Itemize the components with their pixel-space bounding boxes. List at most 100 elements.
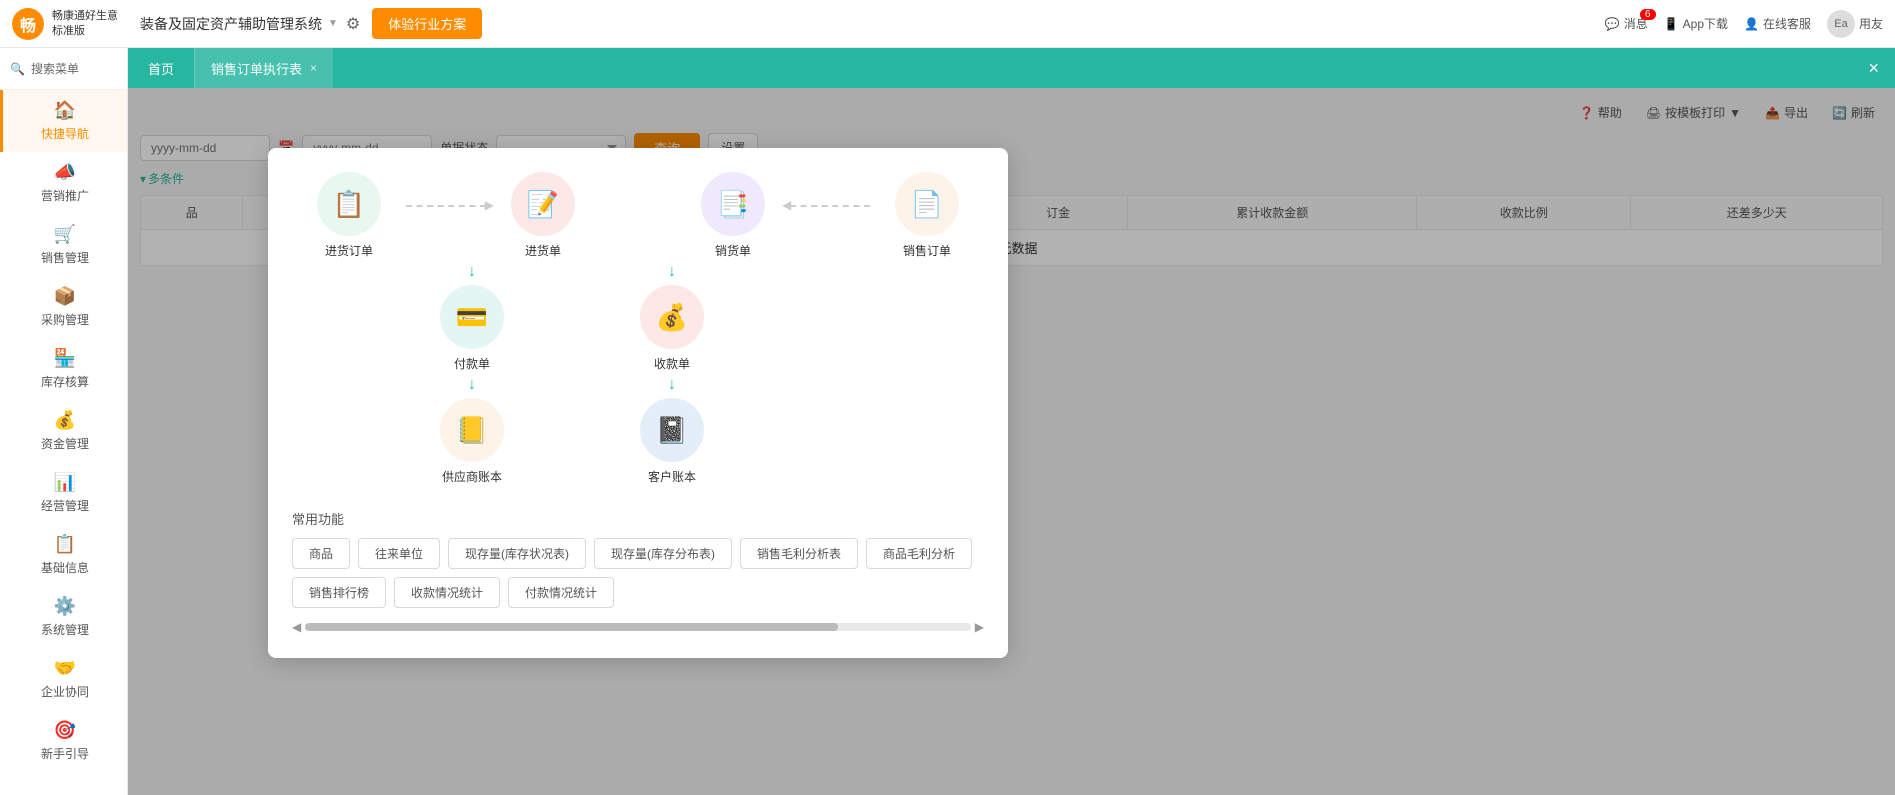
func-button-2[interactable]: 现存量(库存状况表) [448,538,586,569]
sidebar-item-system[interactable]: ⚙️ 系统管理 [0,586,127,648]
avatar: Ea [1827,10,1855,38]
receipt-bill-label: 收款单 [654,355,690,372]
sidebar-icon-operations: 📊 [54,472,76,493]
sales-order-label: 销售订单 [903,242,951,259]
supplier-ledger-circle: 📒 [440,398,504,462]
top-bar: 畅 畅康通好生意 标准版 装备及固定资产辅助管理系统 ▼ ⚙ 体验行业方案 💬 … [0,0,1895,48]
top-bar-right: 💬 消息 6 📱 App下载 👤 在线客服 Ea 用友 [1605,10,1883,38]
func-buttons-container: 商品往来单位现存量(库存状况表) 现存量(库存分布表) 销售毛利分析表商品毛利分析销… [292,538,984,608]
tab-active[interactable]: 销售订单执行表 × [195,48,333,88]
func-button-7[interactable]: 收款情况统计 [394,577,500,608]
sidebar-item-purchase[interactable]: 📦采购管理 [0,276,127,338]
message-icon-area[interactable]: 💬 消息 6 [1605,15,1648,32]
sales-bill-label: 销货单 [715,242,751,259]
message-icon: 💬 [1605,17,1620,31]
common-functions-title: 常用功能 [292,509,984,528]
service-area[interactable]: 👤 在线客服 [1744,15,1811,32]
node-sales-bill[interactable]: 📑 销货单 [676,172,790,259]
scroll-right-icon[interactable]: ▶ [975,620,984,634]
sidebar-item-cooperation[interactable]: 🤝 企业协同 [0,648,127,710]
node-supplier-ledger[interactable]: 📒 供应商账本 [412,398,532,485]
func-button-1[interactable]: 往来单位 [358,538,440,569]
app-container: 畅 畅康通好生意 标准版 装备及固定资产辅助管理系统 ▼ ⚙ 体验行业方案 💬 … [0,0,1895,795]
sidebar-item-basic[interactable]: 📋 基础信息 [0,524,127,586]
down-arrow-4: ↓ [668,376,676,394]
node-sales-order[interactable]: 📄 销售订单 [870,172,984,259]
arrow-line-2 [790,205,870,207]
page-content: ❓ 帮助 🖨 按模板打印 ▼ 📤 导出 [128,88,1895,795]
func-button-3[interactable]: 现存量(库存分布表) [594,538,732,569]
app-icon: 📱 [1664,17,1679,31]
flow-arrows-down-1: ↓ ↓ [412,263,984,281]
tab-close-icon[interactable]: × [310,61,317,75]
sidebar-search-area: 🔍 搜索菜单 [0,48,127,90]
node-receipt-bill[interactable]: 💰 收款单 [612,285,732,372]
system-dropdown-icon[interactable]: ▼ [328,18,338,29]
app-download-area[interactable]: 📱 App下载 [1664,15,1728,32]
node-customer-ledger[interactable]: 📓 客户账本 [612,398,732,485]
system-title: 装备及固定资产辅助管理系统 ▼ [140,14,338,34]
content-area: 首页 销售订单执行表 × × ❓ 帮助 [128,48,1895,795]
sidebar-item-operations[interactable]: 📊经营管理 [0,462,127,524]
sidebar-item-quick-nav[interactable]: 🏠 快捷导航 [0,90,127,152]
common-functions: 常用功能 商品往来单位现存量(库存状况表) 现存量(库存分布表) 销售毛利分析表商品… [292,509,984,608]
node-payment-bill[interactable]: 💳 付款单 [412,285,532,372]
customer-ledger-circle: 📓 [640,398,704,462]
logo-text: 畅康通好生意 标准版 [52,9,118,38]
sidebar-label-quick-nav: 快捷导航 [41,125,89,142]
node-purchase-order[interactable]: 📋 进货订单 [292,172,406,259]
flow-row-2: 💳 付款单 💰 收款单 [412,285,984,372]
down-arrow-3: ↓ [468,376,476,394]
sidebar-label-cooperation: 企业协同 [41,683,89,700]
tab-home[interactable]: 首页 [128,48,195,88]
sidebar-icon-quick-nav: 🏠 [54,100,76,121]
func-button-8[interactable]: 付款情况统计 [508,577,614,608]
settings-icon[interactable]: ⚙ [346,14,360,34]
sidebar-item-guide[interactable]: 🎯 新手引导 [0,710,127,772]
sidebar-icon-guide: 🎯 [54,720,76,741]
sidebar-label-sales: 销售管理 [41,249,89,266]
customer-ledger-label: 客户账本 [648,468,696,485]
func-button-0[interactable]: 商品 [292,538,350,569]
arrow-pb2-down: ↓ [412,376,532,394]
sidebar-label-basic: 基础信息 [41,559,89,576]
sidebar-label-guide: 新手引导 [41,745,89,762]
trial-button[interactable]: 体验行业方案 [372,8,482,39]
main-area: 🔍 搜索菜单 🏠快捷导航📣营销推广🛒销售管理📦采购管理🏪库存核算💰资金管理📊经营… [0,48,1895,795]
user-area[interactable]: Ea 用友 [1827,10,1883,38]
func-button-4[interactable]: 销售毛利分析表 [740,538,858,569]
search-menu-button[interactable]: 🔍 搜索菜单 [8,56,119,81]
scroll-bar-track[interactable] [305,623,971,631]
receipt-bill-circle: 💰 [640,285,704,349]
down-arrow-1: ↓ [468,263,476,281]
flow-diagram: 📋 进货订单 📝 进货单 [292,172,984,489]
flow-arrows-down-2: ↓ ↓ [412,376,984,394]
sales-bill-circle: 📑 [701,172,765,236]
flow-row-1: 📋 进货订单 📝 进货单 [292,172,984,259]
sidebar-label-finance: 资金管理 [41,435,89,452]
sidebar-items: 🏠 快捷导航 📣营销推广🛒销售管理📦采购管理🏪库存核算💰资金管理📊经营管理 📋 基础信息… [0,90,127,772]
sidebar-item-finance[interactable]: 💰资金管理 [0,400,127,462]
sidebar-label-system: 系统管理 [41,621,89,638]
scroll-left-icon[interactable]: ◀ [292,620,301,634]
message-badge: 6 [1640,9,1656,20]
sidebar-label-purchase: 采购管理 [41,311,89,328]
sidebar-icon-basic: 📋 [54,534,76,555]
sidebar-item-inventory[interactable]: 🏪库存核算 [0,338,127,400]
func-button-6[interactable]: 销售排行榜 [292,577,386,608]
sales-order-circle: 📄 [895,172,959,236]
node-purchase-bill[interactable]: 📝 进货单 [486,172,600,259]
flow-row-3: 📒 供应商账本 📓 客户账本 [412,398,984,485]
close-window-button[interactable]: × [1852,48,1895,88]
sidebar-icon-system: ⚙️ [54,596,76,617]
purchase-bill-label: 进货单 [525,242,561,259]
sidebar: 🔍 搜索菜单 🏠 快捷导航 📣营销推广🛒销售管理📦采购管理🏪库存核算💰资金管理📊经营… [0,48,128,795]
sidebar-icon-cooperation: 🤝 [54,658,76,679]
modal-overlay: 📋 进货订单 📝 进货单 [128,88,1895,795]
sidebar-label-marketing: 营销推广 [41,187,89,204]
sidebar-item-marketing[interactable]: 📣营销推广 [0,152,127,214]
func-button-5[interactable]: 商品毛利分析 [866,538,972,569]
sidebar-item-sales[interactable]: 🛒销售管理 [0,214,127,276]
sidebar-icon-inventory: 🏪 [54,348,76,369]
purchase-order-circle: 📋 [317,172,381,236]
